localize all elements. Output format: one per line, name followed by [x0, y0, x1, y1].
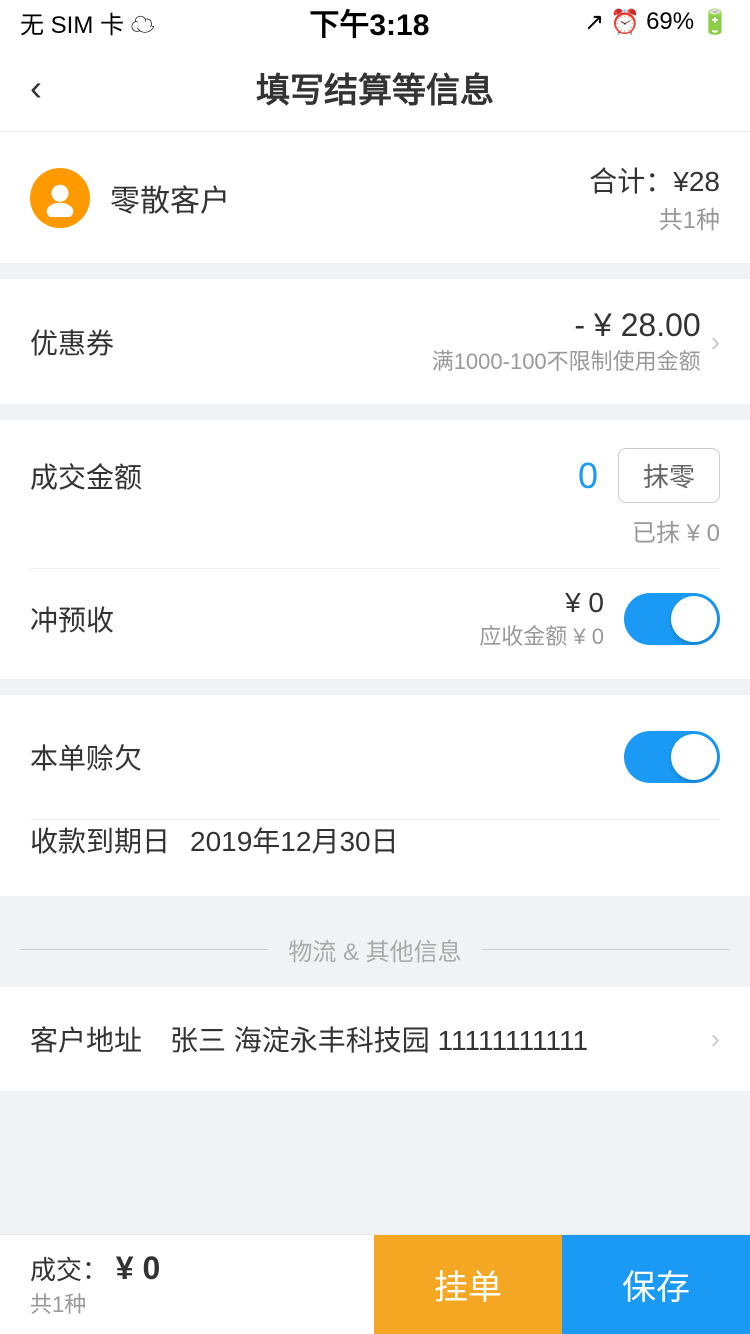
duedate-row: 收款到期日 2019年12月30日	[0, 820, 750, 896]
transaction-right: 0 抹零	[578, 448, 720, 503]
already-rounded: 已抹 ¥ 0	[0, 513, 750, 568]
credit-row: 本单赊欠	[0, 695, 750, 819]
prereceive-bottom: 应收金额 ¥ 0	[479, 619, 604, 651]
prereceive-label: 冲预收	[30, 599, 114, 639]
coupon-info: - ¥ 28.00 满1000-100不限制使用金额	[432, 307, 701, 376]
bottom-deal-row: 成交： ¥ 0	[30, 1250, 344, 1287]
status-time: 下午3:18	[309, 0, 429, 44]
coupon-label: 优惠券	[30, 322, 114, 362]
round-button[interactable]: 抹零	[618, 448, 720, 503]
address-value: 张三 海淀永丰科技园 11111111111	[150, 1019, 711, 1059]
transaction-value: 0	[578, 455, 598, 497]
hang-button[interactable]: 挂单	[374, 1235, 562, 1334]
status-left: 无 SIM 卡 ☁	[20, 5, 155, 40]
address-label: 客户地址	[30, 1019, 150, 1059]
address-chevron-icon: ›	[711, 1023, 720, 1055]
nav-bar: ‹ 填写结算等信息	[0, 44, 750, 132]
prereceive-top: ¥ 0	[479, 587, 604, 619]
prereceive-toggle[interactable]	[624, 593, 720, 645]
customer-summary: 合计：¥28 共1种	[589, 160, 720, 235]
transaction-section: 成交金额 0 抹零 已抹 ¥ 0 冲预收 ¥ 0 应收金额 ¥ 0	[0, 420, 750, 679]
logistics-line-left	[20, 949, 268, 950]
clock-icon: ⏰	[610, 8, 640, 37]
transaction-row: 成交金额 0 抹零	[0, 420, 750, 513]
customer-row: 零散客户 合计：¥28 共1种	[0, 132, 750, 263]
prereceive-amounts: ¥ 0 应收金额 ¥ 0	[479, 587, 604, 651]
location-icon: ↗	[584, 8, 604, 37]
total-amount: 合计：¥28	[589, 160, 720, 200]
logistics-line-right	[482, 949, 730, 950]
signal-text: 无 SIM 卡 ☁	[20, 5, 155, 40]
prereceive-row: 冲预收 ¥ 0 应收金额 ¥ 0	[0, 569, 750, 679]
battery-text: 69%	[646, 8, 694, 36]
logistics-section: 物流 & 其他信息	[0, 912, 750, 987]
main-content: 零散客户 合计：¥28 共1种 优惠券 - ¥ 28.00 满1000-100不…	[0, 132, 750, 1307]
toggle-knob	[671, 596, 717, 642]
address-section[interactable]: 客户地址 张三 海淀永丰科技园 11111111111 ›	[0, 987, 750, 1091]
customer-card: 零散客户 合计：¥28 共1种	[0, 132, 750, 263]
save-button[interactable]: 保存	[562, 1235, 750, 1334]
coupon-desc: 满1000-100不限制使用金额	[432, 344, 701, 376]
bottom-info: 成交： ¥ 0 共1种	[0, 1250, 374, 1319]
credit-toggle[interactable]	[624, 731, 720, 783]
transaction-label: 成交金额	[30, 456, 142, 496]
coupon-right: - ¥ 28.00 满1000-100不限制使用金额 ›	[432, 307, 720, 376]
logistics-label: 物流 & 其他信息	[288, 932, 461, 967]
duedate-value: 2019年12月30日	[190, 820, 399, 860]
status-right: ↗ ⏰ 69% 🔋	[584, 8, 730, 37]
avatar	[30, 168, 90, 228]
bottom-count: 共1种	[30, 1287, 344, 1319]
battery-icon: 🔋	[700, 8, 730, 37]
status-bar: 无 SIM 卡 ☁ 下午3:18 ↗ ⏰ 69% 🔋	[0, 0, 750, 44]
bottom-deal-amount: ¥ 0	[116, 1250, 160, 1286]
page-title: 填写结算等信息	[256, 63, 494, 112]
customer-left: 零散客户	[30, 168, 230, 228]
credit-label: 本单赊欠	[30, 737, 142, 777]
bottom-deal-label: 成交：	[30, 1255, 108, 1285]
coupon-row[interactable]: 优惠券 - ¥ 28.00 满1000-100不限制使用金额 ›	[0, 279, 750, 404]
back-button[interactable]: ‹	[30, 67, 42, 109]
coupon-amount: - ¥ 28.00	[432, 307, 701, 344]
credit-section: 本单赊欠 收款到期日 2019年12月30日	[0, 695, 750, 896]
bottom-bar: 成交： ¥ 0 共1种 挂单 保存	[0, 1234, 750, 1334]
address-row[interactable]: 客户地址 张三 海淀永丰科技园 11111111111 ›	[0, 987, 750, 1091]
credit-toggle-knob	[671, 734, 717, 780]
customer-name: 零散客户	[110, 176, 230, 220]
coupon-card[interactable]: 优惠券 - ¥ 28.00 满1000-100不限制使用金额 ›	[0, 279, 750, 404]
prereceive-right: ¥ 0 应收金额 ¥ 0	[479, 587, 720, 651]
duedate-label: 收款到期日	[30, 820, 170, 860]
total-count: 共1种	[589, 200, 720, 235]
chevron-right-icon: ›	[711, 326, 720, 358]
